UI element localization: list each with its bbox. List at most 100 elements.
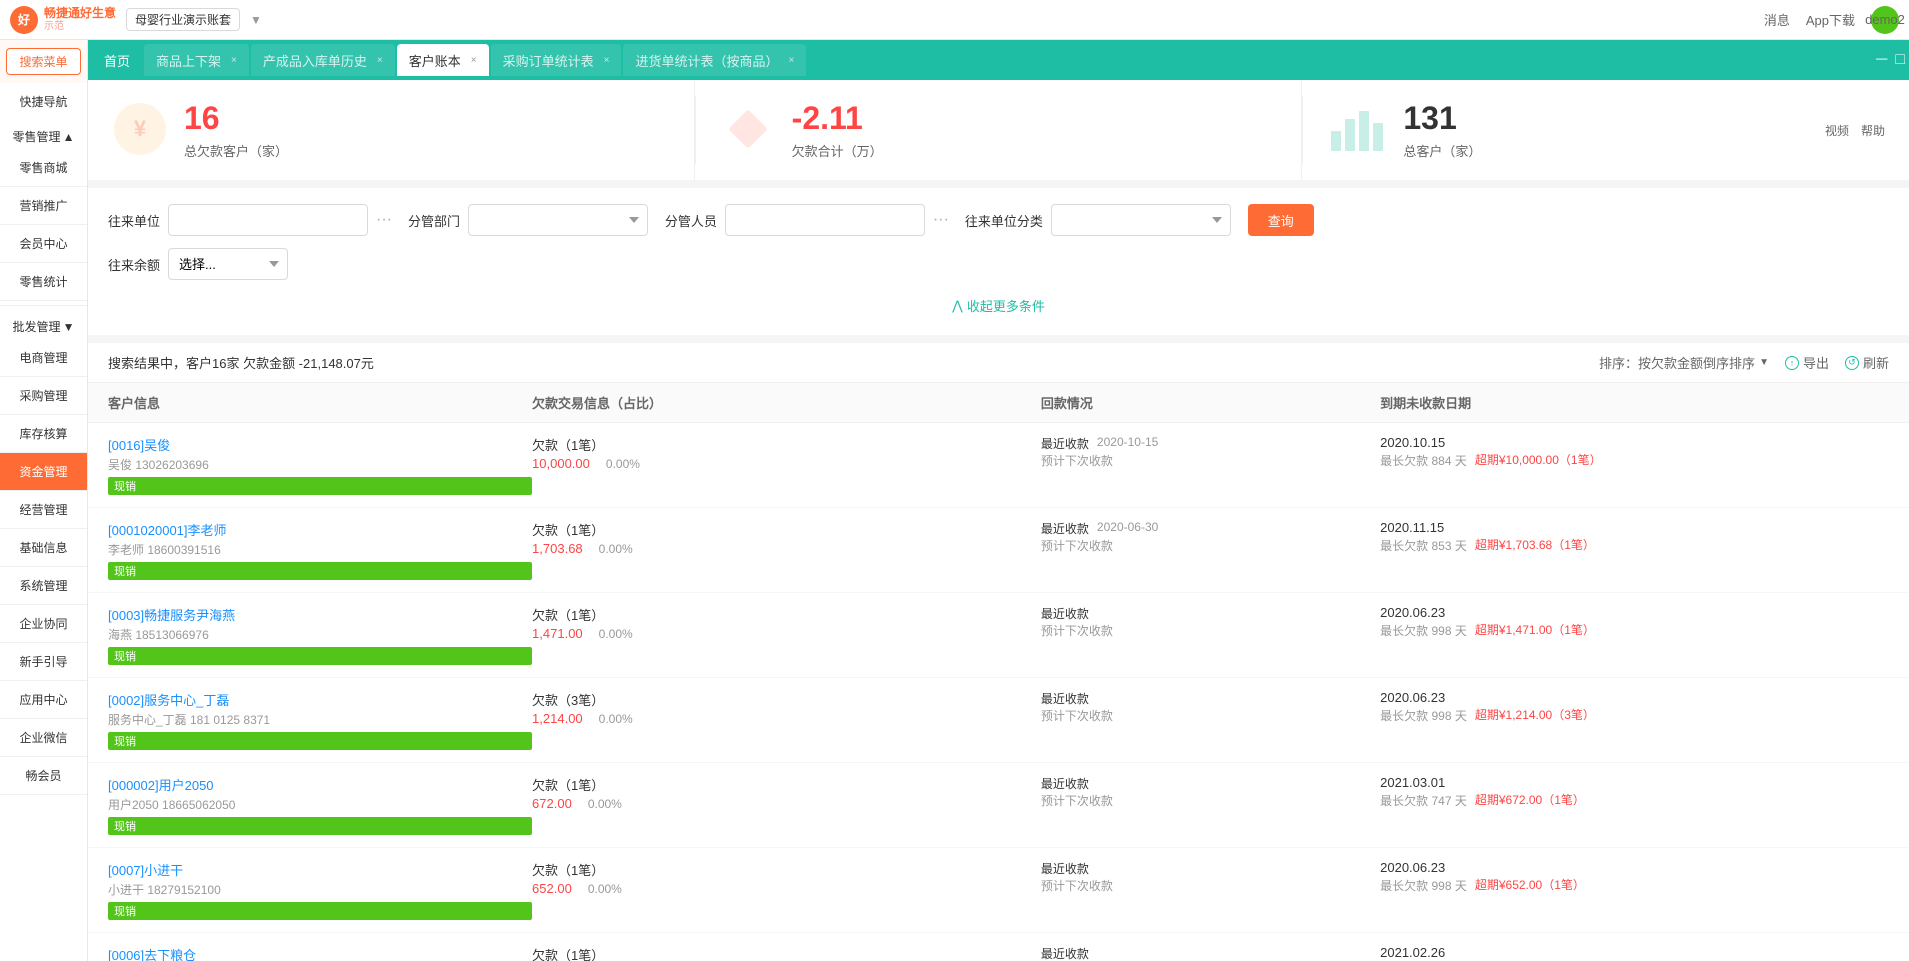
export-button[interactable]: ↑ 导出 <box>1785 353 1829 372</box>
table-row: [0002]服务中心_丁磊 服务中心_丁磊 181 0125 8371 现销 欠… <box>88 678 1909 763</box>
tab-goods-stats[interactable]: 进货单统计表（按商品） × <box>623 44 806 76</box>
sidebar-item-batch-mgmt[interactable]: 批发管理 ▼ <box>0 310 87 339</box>
app-download-link[interactable]: App下载 <box>1806 10 1855 29</box>
table-row: [0007]小进干 小进干 18279152100 现销 欠款（1笔） 652.… <box>88 848 1909 933</box>
customer-name-7[interactable]: [0006]去下粮仓 <box>108 945 532 961</box>
cell-overdue-1: 2020.10.15 最长欠款 884 天 超期¥10,000.00（1笔） <box>1380 435 1889 469</box>
customer-name-4[interactable]: [0002]服务中心_丁磊 <box>108 690 532 709</box>
customer-name-6[interactable]: [0007]小进干 <box>108 860 532 879</box>
table-row: [0006]去下粮仓 陈小希 现销 欠款（1笔） 455.90 0.00% <box>88 933 1909 961</box>
tab-home[interactable]: 首页 <box>92 44 142 76</box>
sidebar-item-ecommerce[interactable]: 电商管理 <box>0 339 87 377</box>
debt-ratio-2: 0.00% <box>599 542 633 556</box>
filter-select-supplier-type[interactable] <box>1051 204 1231 236</box>
sidebar: 搜索菜单 快捷导航 零售管理 ▲ 零售商城 营销推广 会员中心 零售统计 <box>0 40 88 961</box>
sidebar-item-quick-nav[interactable]: 快捷导航 <box>0 83 87 120</box>
stat-value-customers: 16 <box>184 100 288 137</box>
debt-amount-2: 1,703.68 <box>532 541 583 556</box>
col-header-customer: 客户信息 <box>108 393 532 412</box>
help-link[interactable]: 帮助 <box>1861 122 1885 139</box>
app-subtitle: 示范 <box>44 21 116 33</box>
customer-phone-1: 吴俊 13026203696 <box>108 456 532 473</box>
sidebar-item-retail-store[interactable]: 零售商城 <box>0 149 87 187</box>
stat-card-amount: -2.11 欠款合计（万） <box>696 80 1303 180</box>
customer-phone-3: 海燕 18513066976 <box>108 626 532 643</box>
sidebar-item-apps[interactable]: 应用中心 <box>0 681 87 719</box>
filter-input-supplier[interactable] <box>168 204 368 236</box>
filter-input-person[interactable] <box>725 204 925 236</box>
tab-customer-close[interactable]: × <box>471 55 477 66</box>
collapse-arrow-icon: ⋀ <box>952 298 963 314</box>
search-button[interactable]: 查询 <box>1248 204 1314 236</box>
sidebar-item-inventory[interactable]: 库存核算 <box>0 415 87 453</box>
overdue-days-1: 最长欠款 884 天 <box>1380 452 1467 469</box>
sidebar-item-weixin[interactable]: 企业微信 <box>0 719 87 757</box>
tab-goods-close[interactable]: × <box>788 55 794 66</box>
table-row: [000002]用户2050 用户2050 18665062050 现销 欠款（… <box>88 763 1909 848</box>
tab-customer-account[interactable]: 客户账本 × <box>397 44 489 76</box>
stats-row: ¥ 16 总欠款客户（家） <box>88 80 1909 180</box>
message-link[interactable]: 消息 <box>1764 10 1790 29</box>
tab-production[interactable]: 产成品入库单历史 × <box>251 44 395 76</box>
sidebar-item-retail-mgmt[interactable]: 零售管理 ▲ <box>0 120 87 149</box>
stat-icon-building <box>1327 101 1387 160</box>
result-actions: 排序：按欠款金额倒序排序 ▼ ↑ 导出 ↺ 刷新 <box>1599 353 1889 372</box>
store-dropdown-icon[interactable]: ▼ <box>250 13 262 27</box>
customer-name-2[interactable]: [0001020001]李老师 <box>108 520 532 539</box>
filter-select-wrapper-supplier-type <box>1051 204 1231 236</box>
cell-debt-1: 欠款（1笔） 10,000.00 0.00% <box>532 435 1041 471</box>
sidebar-item-finance[interactable]: 资金管理 <box>0 453 87 491</box>
sidebar-item-purchase[interactable]: 采购管理 <box>0 377 87 415</box>
return-label-1: 最近收款 <box>1041 435 1089 452</box>
sidebar-item-system[interactable]: 系统管理 <box>0 567 87 605</box>
tab-production-close[interactable]: × <box>377 55 383 66</box>
filter-item-balance: 往来余额 选择... <box>108 248 288 280</box>
cell-customer-2: [0001020001]李老师 李老师 18600391516 现销 <box>108 520 532 580</box>
collapse-button[interactable]: ⋀ 收起更多条件 <box>108 292 1889 319</box>
sidebar-item-guide[interactable]: 新手引导 <box>0 643 87 681</box>
cell-customer-7: [0006]去下粮仓 陈小希 现销 <box>108 945 532 961</box>
customer-name-3[interactable]: [0003]畅捷服务尹海燕 <box>108 605 532 624</box>
sidebar-item-basic-info[interactable]: 基础信息 <box>0 529 87 567</box>
customer-name-5[interactable]: [000002]用户2050 <box>108 775 532 794</box>
filter-label-supplier: 往来单位 <box>108 211 160 230</box>
minimize-btn[interactable]: ─ <box>1876 51 1887 69</box>
refresh-icon: ↺ <box>1845 356 1859 370</box>
filter-dots-supplier[interactable]: ··· <box>376 211 392 229</box>
sidebar-item-marketing[interactable]: 营销推广 <box>0 187 87 225</box>
sidebar-item-retail-stats[interactable]: 零售统计 <box>0 263 87 301</box>
stat-value-total: 131 <box>1403 100 1481 137</box>
video-link[interactable]: 视频 <box>1825 122 1849 139</box>
tab-purchase-order[interactable]: 采购订单统计表 × <box>491 44 622 76</box>
next-return-1: 预计下次收款 <box>1041 452 1380 469</box>
overdue-amount-1[interactable]: 超期¥10,000.00（1笔） <box>1475 451 1602 468</box>
filter-select-balance[interactable]: 选择... <box>168 248 288 280</box>
filter-dots-person[interactable]: ··· <box>933 211 949 229</box>
stat-links-row: 视频 帮助 <box>1825 122 1885 139</box>
maximize-btn[interactable]: □ <box>1895 51 1905 69</box>
cell-return-6: 最近收款 预计下次收款 <box>1041 860 1380 894</box>
tab-products-close[interactable]: × <box>231 55 237 66</box>
top-bar-right: 消息 App下载 demo2 <box>1764 6 1899 34</box>
stat-icon-diamond <box>720 101 776 160</box>
logo-icon: 好 <box>10 6 38 34</box>
sidebar-item-member[interactable]: 会员中心 <box>0 225 87 263</box>
customer-name-1[interactable]: [0016]吴俊 <box>108 435 532 454</box>
stat-label-total: 总客户（家） <box>1403 141 1481 160</box>
search-menu-btn[interactable]: 搜索菜单 <box>6 48 81 75</box>
sort-arrow-icon: ▼ <box>1759 357 1769 368</box>
refresh-button[interactable]: ↺ 刷新 <box>1845 353 1889 372</box>
svg-text:¥: ¥ <box>134 116 147 141</box>
retail-arrow-icon: ▲ <box>63 130 75 144</box>
filter-select-dept[interactable] <box>468 204 648 236</box>
sidebar-item-vip[interactable]: 畅会员 <box>0 757 87 795</box>
cell-return-5: 最近收款 预计下次收款 <box>1041 775 1380 809</box>
tab-products[interactable]: 商品上下架 × <box>144 44 249 76</box>
col-header-debt: 欠款交易信息（占比） <box>532 393 1041 412</box>
store-name[interactable]: 母婴行业演示账套 <box>126 8 240 31</box>
sidebar-item-enterprise[interactable]: 企业协同 <box>0 605 87 643</box>
avatar[interactable]: demo2 <box>1871 6 1899 34</box>
sidebar-item-operations[interactable]: 经营管理 <box>0 491 87 529</box>
tab-purchase-close[interactable]: × <box>604 55 610 66</box>
cell-return-1: 最近收款 2020-10-15 预计下次收款 <box>1041 435 1380 469</box>
